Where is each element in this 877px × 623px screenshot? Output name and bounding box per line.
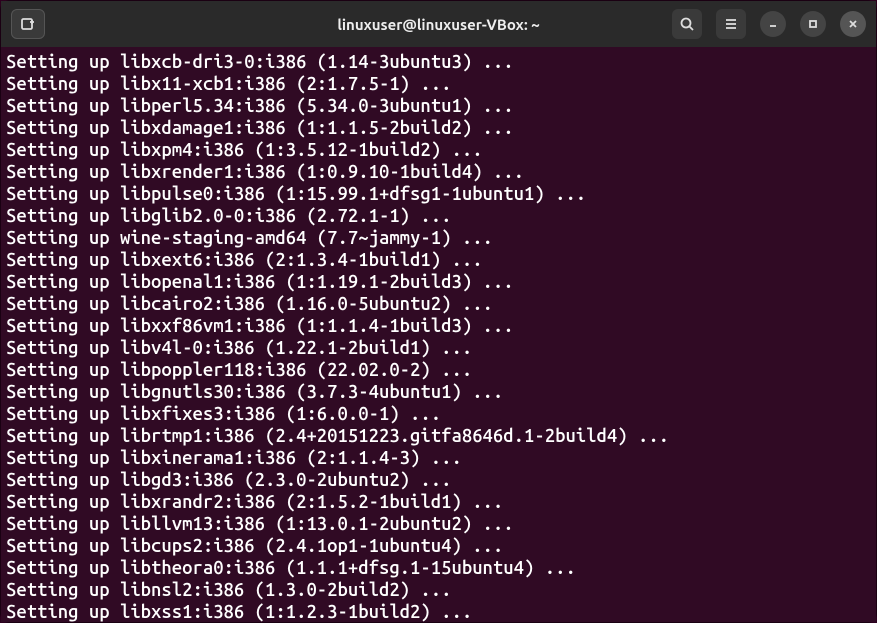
output-line: Setting up libv4l-0:i386 (1.22.1-2build1… [6,337,871,359]
titlebar: linuxuser@linuxuser-VBox: ~ [1,1,876,47]
output-line: Setting up libnsl2:i386 (1.3.0-2build2) … [6,579,871,601]
output-line: Setting up wine-staging-amd64 (7.7~jammy… [6,227,871,249]
output-line: Setting up libpulse0:i386 (1:15.99.1+dfs… [6,183,871,205]
search-button[interactable] [672,9,702,39]
output-line: Setting up librtmp1:i386 (2.4+20151223.g… [6,425,871,447]
output-line: Setting up libxrandr2:i386 (2:1.5.2-1bui… [6,491,871,513]
output-line: Setting up libxcb-dri3-0:i386 (1.14-3ubu… [6,51,871,73]
new-tab-button[interactable] [11,9,45,39]
menu-button[interactable] [716,9,746,39]
output-line: Setting up libllvm13:i386 (1:13.0.1-2ubu… [6,513,871,535]
terminal-output[interactable]: Setting up libxcb-dri3-0:i386 (1.14-3ubu… [1,47,876,622]
maximize-button[interactable] [800,11,826,37]
output-line: Setting up libx11-xcb1:i386 (2:1.7.5-1) … [6,73,871,95]
output-line: Setting up libopenal1:i386 (1:1.19.1-2bu… [6,271,871,293]
search-icon [679,16,695,32]
hamburger-icon [723,16,739,32]
close-icon [847,18,859,30]
output-line: Setting up libcairo2:i386 (1.16.0-5ubunt… [6,293,871,315]
minimize-icon [767,18,779,30]
output-line: Setting up libgd3:i386 (2.3.0-2ubuntu2) … [6,469,871,491]
output-line: Setting up libxpm4:i386 (1:3.5.12-1build… [6,139,871,161]
output-line: Setting up libcups2:i386 (2.4.1op1-1ubun… [6,535,871,557]
output-line: Setting up libtheora0:i386 (1.1.1+dfsg.1… [6,557,871,579]
output-line: Setting up libgnutls30:i386 (3.7.3-4ubun… [6,381,871,403]
output-line: Setting up libglib2.0-0:i386 (2.72.1-1) … [6,205,871,227]
window-title: linuxuser@linuxuser-VBox: ~ [337,16,539,33]
minimize-button[interactable] [760,11,786,37]
output-line: Setting up libxxf86vm1:i386 (1:1.1.4-1bu… [6,315,871,337]
output-line: Setting up libxfixes3:i386 (1:6.0.0-1) .… [6,403,871,425]
maximize-icon [807,18,819,30]
output-line: Setting up libperl5.34:i386 (5.34.0-3ubu… [6,95,871,117]
output-line: Setting up libxdamage1:i386 (1:1.1.5-2bu… [6,117,871,139]
output-line: Setting up libxss1:i386 (1:1.2.3-1build2… [6,601,871,622]
output-line: Setting up libpoppler118:i386 (22.02.0-2… [6,359,871,381]
close-button[interactable] [840,11,866,37]
output-line: Setting up libxext6:i386 (2:1.3.4-1build… [6,249,871,271]
window-controls [672,9,866,39]
output-line: Setting up libxinerama1:i386 (2:1.1.4-3)… [6,447,871,469]
new-tab-icon [20,16,36,32]
output-line: Setting up libxrender1:i386 (1:0.9.10-1b… [6,161,871,183]
